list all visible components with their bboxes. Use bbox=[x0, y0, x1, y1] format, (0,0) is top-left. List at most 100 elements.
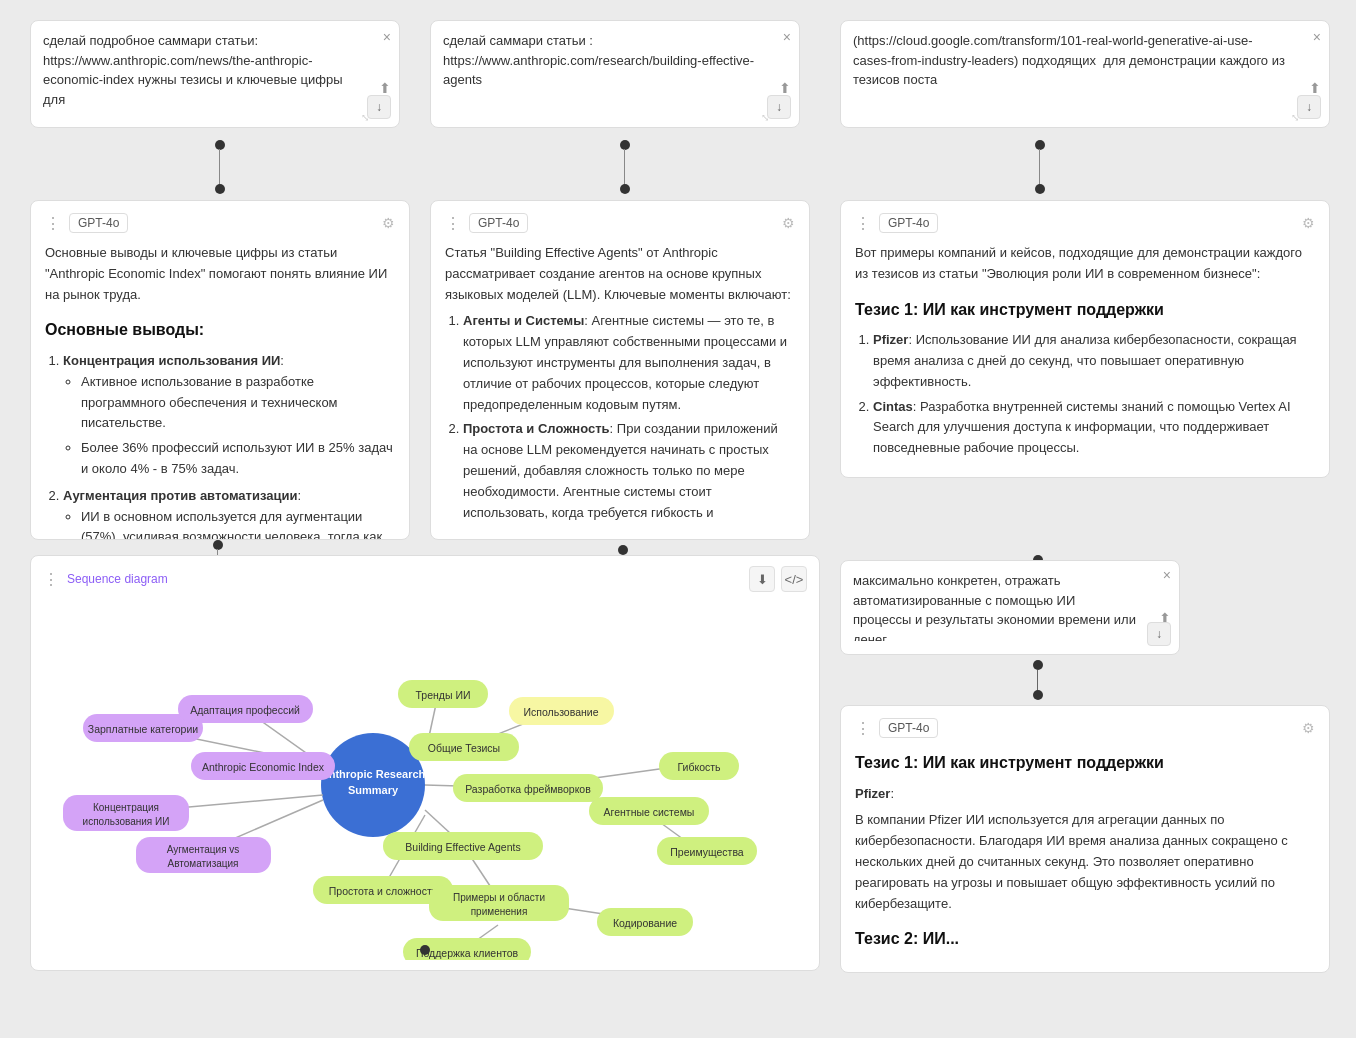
col1-gpt-menu-icon[interactable]: ⋮ bbox=[45, 214, 61, 233]
col2-connector2-dot-top bbox=[618, 545, 628, 555]
col3-gpt-list-item-1: Pfizer: Использование ИИ для анализа киб… bbox=[873, 330, 1315, 392]
col3-gpt-list: Pfizer: Использование ИИ для анализа киб… bbox=[855, 330, 1315, 459]
diagram-menu-icon[interactable]: ⋮ bbox=[43, 570, 59, 589]
col2-gpt-list-item-1: Агенты и Системы: Агентные системы — это… bbox=[463, 311, 795, 415]
col3-gpt-menu-icon[interactable]: ⋮ bbox=[855, 214, 871, 233]
label-agent-systems: Агентные системы bbox=[604, 806, 695, 818]
col1-gpt-bold-1: Концентрация использования ИИ bbox=[63, 353, 280, 368]
col3-gpt-text-2: Разработка внутренней системы знаний с п… bbox=[873, 399, 1291, 456]
label-simplicity: Простота и сложность bbox=[329, 885, 438, 897]
col3-connector-line3 bbox=[1037, 670, 1038, 692]
col1-connector-dot-top bbox=[215, 140, 225, 150]
col3-input-textarea[interactable]: (https://cloud.google.com/transform/101-… bbox=[853, 31, 1287, 111]
col2-input-close-icon[interactable]: × bbox=[783, 27, 791, 48]
col2-gpt-body: Статья "Building Effective Agents" от An… bbox=[445, 243, 795, 523]
diagram-code-button[interactable]: </> bbox=[781, 566, 807, 592]
col3-gpt-text-1: Использование ИИ для анализа кибербезопа… bbox=[873, 332, 1297, 389]
col3-popup-down-button[interactable]: ↓ bbox=[1147, 622, 1171, 646]
col1-input-card: сделай подробное саммари статьи: https:/… bbox=[30, 20, 400, 128]
col3-connector-line1 bbox=[1039, 149, 1040, 185]
col2-input-down-button[interactable]: ↓ bbox=[767, 95, 791, 119]
diagram-header: ⋮ Sequence diagram ⬇ </> bbox=[43, 566, 807, 592]
label-examples-1: Примеры и области bbox=[453, 892, 545, 903]
col1-connector2-dot-top bbox=[213, 540, 223, 550]
col1-gpt-settings-icon[interactable]: ⚙ bbox=[382, 215, 395, 231]
col1-gpt-heading: Основные выводы: bbox=[45, 317, 395, 343]
col3-input-card: (https://cloud.google.com/transform/101-… bbox=[840, 20, 1330, 128]
col3-gpt-model-badge: GPT-4o bbox=[879, 213, 938, 233]
col2-gpt-bold-1: Агенты и Системы bbox=[463, 313, 584, 328]
label-building: Building Effective Agents bbox=[405, 841, 520, 853]
col3-input-close-icon[interactable]: × bbox=[1313, 27, 1321, 48]
col3-gpt2-subheading: Pfizer: bbox=[855, 784, 1315, 805]
col3-gpt2-heading2: Тезис 2: ИИ... bbox=[855, 926, 1315, 952]
col1-gpt-list: Концентрация использования ИИ: Активное … bbox=[45, 351, 395, 540]
col3-input-down-button[interactable]: ↓ bbox=[1297, 95, 1321, 119]
col2-gpt-settings-icon[interactable]: ⚙ bbox=[782, 215, 795, 231]
col1-diagram-card: ⋮ Sequence diagram ⬇ </> Anthropic Resea… bbox=[30, 555, 820, 971]
col2-input-textarea[interactable]: сделай саммари статьи : https://www.anth… bbox=[443, 31, 757, 111]
col2-gpt-menu-icon[interactable]: ⋮ bbox=[445, 214, 461, 233]
col3-popup-textarea[interactable]: максимально конкретен, отражать автомати… bbox=[853, 571, 1137, 641]
center-label-1: Anthropic Research bbox=[321, 768, 426, 780]
col1-gpt-body: Основные выводы и ключевые цифры из стат… bbox=[45, 243, 395, 540]
col3-gpt2-body: Тезис 1: ИИ как инструмент поддержки Pfi… bbox=[855, 750, 1315, 952]
label-general-thesis: Общие Тезисы bbox=[428, 742, 500, 754]
col2-gpt-intro: Статья "Building Effective Agents" от An… bbox=[445, 243, 795, 305]
mindmap-area: Anthropic Research Summary bbox=[43, 600, 807, 960]
col1-gpt-bold-2: Аугментация против автоматизации bbox=[63, 488, 297, 503]
label-economic-index: Anthropic Economic Index bbox=[202, 761, 325, 773]
diagram-actions: ⬇ </> bbox=[749, 566, 807, 592]
col2-gpt-list-item-2: Простота и Сложность: При создании прило… bbox=[463, 419, 795, 523]
col3-gpt2-menu-icon[interactable]: ⋮ bbox=[855, 719, 871, 738]
label-augmentation-1: Аугментация vs bbox=[167, 844, 240, 855]
col3-gpt-header: ⋮ GPT-4o ⚙ bbox=[855, 213, 1315, 233]
col1-gpt-list-item-2: Аугментация против автоматизации: ИИ в о… bbox=[63, 486, 395, 540]
label-coding: Кодирование bbox=[613, 917, 677, 929]
col1-gpt-sub-1-1: Активное использование в разработке прог… bbox=[81, 372, 395, 434]
col3-popup-close-icon[interactable]: × bbox=[1163, 567, 1171, 583]
label-examples-2: применения bbox=[471, 906, 528, 917]
col1-gpt-sublist-1: Активное использование в разработке прог… bbox=[63, 372, 395, 480]
col1-input-textarea[interactable]: сделай подробное саммари статьи: https:/… bbox=[43, 31, 357, 111]
col3-gpt-card: ⋮ GPT-4o ⚙ Вот примеры компаний и кейсов… bbox=[840, 200, 1330, 478]
col3-connector-dot-top bbox=[1035, 140, 1045, 150]
col3-gpt-bold-1: Pfizer bbox=[873, 332, 908, 347]
col1-gpt-sublist-2: ИИ в основном используется для аугментац… bbox=[63, 507, 395, 540]
col1-connector-dot-bot bbox=[215, 184, 225, 194]
label-support: Поддержка клиентов bbox=[416, 947, 519, 959]
col2-connector-dot-top bbox=[620, 140, 630, 150]
label-frameworks: Разработка фреймворков bbox=[465, 783, 591, 795]
canvas: сделай подробное саммари статьи: https:/… bbox=[0, 0, 1356, 1038]
col1-gpt-sub-2-1: ИИ в основном используется для аугментац… bbox=[81, 507, 395, 540]
col3-gpt2-body-text: В компании Pfizer ИИ используется для аг… bbox=[855, 810, 1315, 914]
center-label-2: Summary bbox=[348, 784, 399, 796]
col1-connector3-dot bbox=[420, 945, 430, 955]
diagram-download-button[interactable]: ⬇ bbox=[749, 566, 775, 592]
col3-gpt2-settings-icon[interactable]: ⚙ bbox=[1302, 720, 1315, 736]
col1-connector-line1 bbox=[219, 149, 220, 185]
mindmap-svg: Anthropic Research Summary bbox=[43, 600, 807, 960]
label-flexibility: Гибкость bbox=[677, 761, 721, 773]
col3-gpt2-heading: Тезис 1: ИИ как инструмент поддержки bbox=[855, 750, 1315, 776]
col1-gpt-header: ⋮ GPT-4o ⚙ bbox=[45, 213, 395, 233]
col1-gpt-model-badge: GPT-4o bbox=[69, 213, 128, 233]
label-concentration-1: Концентрация bbox=[93, 802, 159, 813]
col3-gpt2-model-badge: GPT-4o bbox=[879, 718, 938, 738]
col2-connector-line1 bbox=[624, 149, 625, 185]
col3-gpt-bold-2: Cintas bbox=[873, 399, 913, 414]
col3-gpt-settings-icon[interactable]: ⚙ bbox=[1302, 215, 1315, 231]
col1-gpt-sub-1-2: Более 36% профессий используют ИИ в 25% … bbox=[81, 438, 395, 480]
col3-connector3-dot-bot bbox=[1033, 690, 1043, 700]
label-augmentation-2: Автоматизация bbox=[167, 858, 238, 869]
col3-popup-card: максимально конкретен, отражать автомати… bbox=[840, 560, 1180, 655]
col2-gpt-list: Агенты и Системы: Агентные системы — это… bbox=[445, 311, 795, 523]
col3-gpt-heading: Тезис 1: ИИ как инструмент поддержки bbox=[855, 297, 1315, 323]
label-usage: Использование bbox=[523, 706, 598, 718]
col2-input-card: сделай саммари статьи : https://www.anth… bbox=[430, 20, 800, 128]
col3-gpt2-header: ⋮ GPT-4o ⚙ bbox=[855, 718, 1315, 738]
col1-gpt-list-item-1: Концентрация использования ИИ: Активное … bbox=[63, 351, 395, 480]
col1-input-down-button[interactable]: ↓ bbox=[367, 95, 391, 119]
col3-connector3-dot-top bbox=[1033, 660, 1043, 670]
col1-input-close-icon[interactable]: × bbox=[383, 27, 391, 48]
